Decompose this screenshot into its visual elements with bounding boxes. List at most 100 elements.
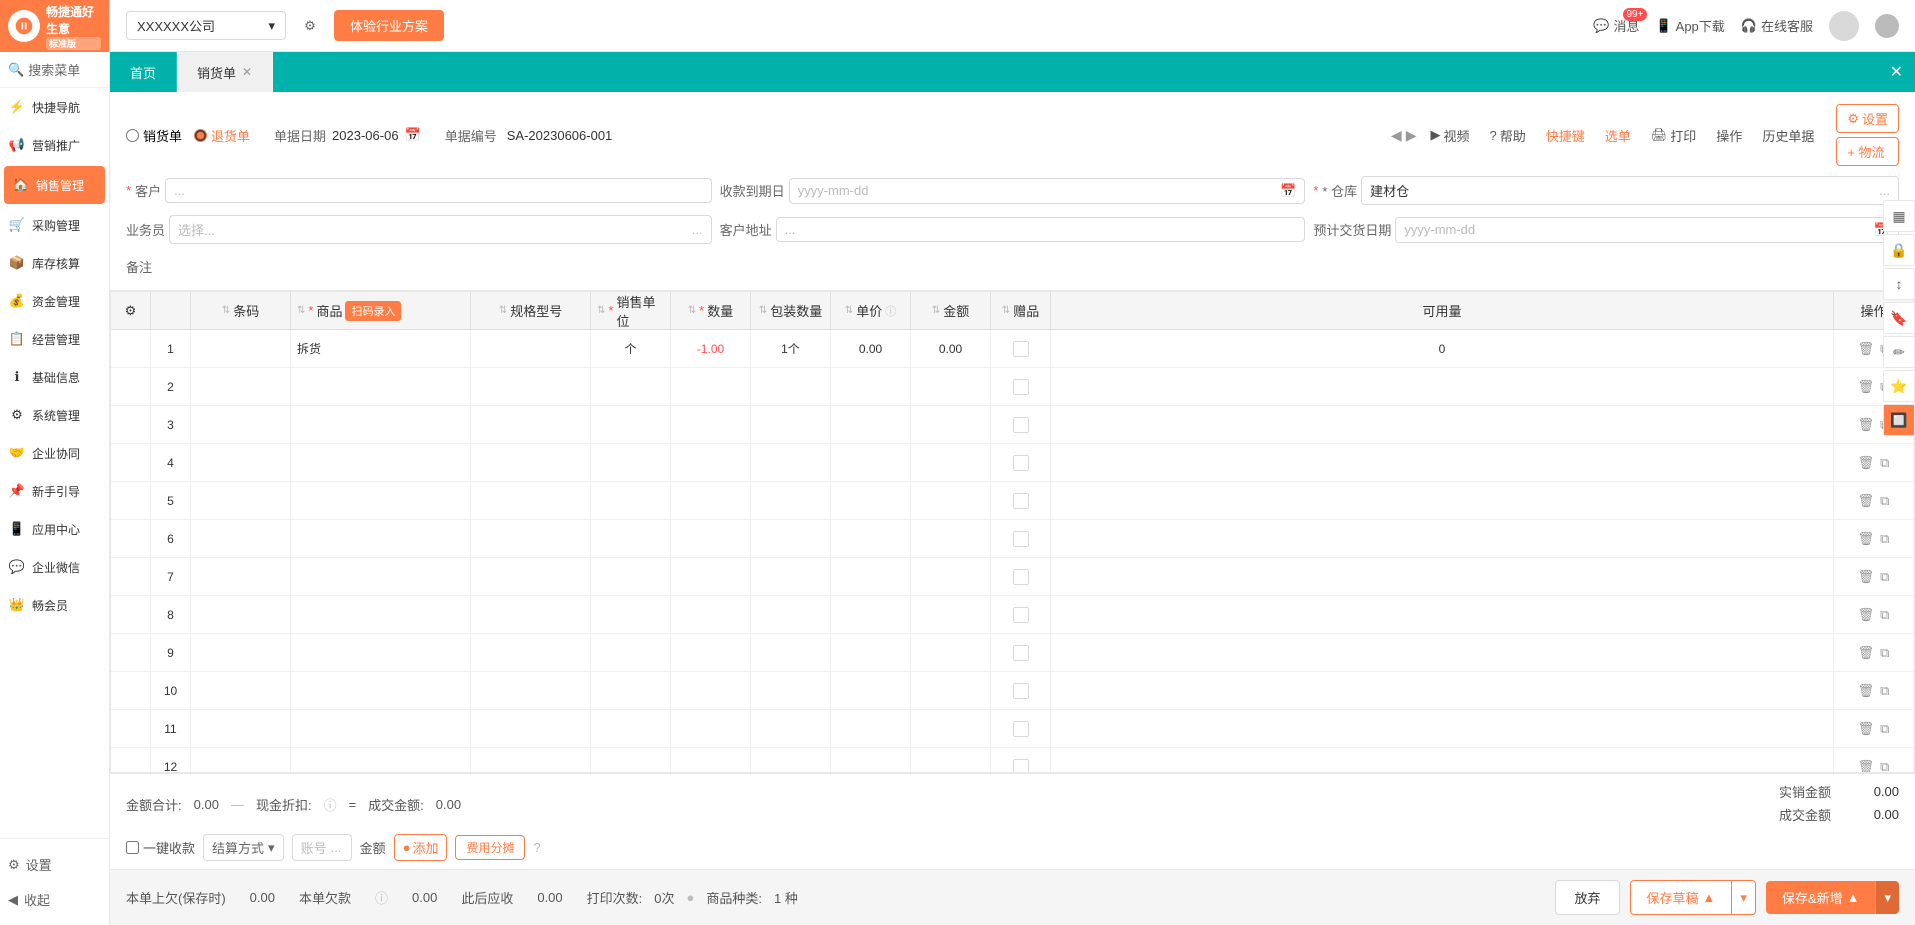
nav-next-icon[interactable]: ▶ xyxy=(1406,127,1417,144)
tab-sales-order[interactable]: 销货单 ✕ xyxy=(177,52,273,92)
avatar-2[interactable] xyxy=(1875,14,1899,38)
radio-return[interactable]: 退货单 xyxy=(194,126,250,145)
sidebar-item-app-center[interactable]: 📱 应用中心 xyxy=(0,510,109,548)
td-packqty-1[interactable]: 1个 xyxy=(751,330,831,367)
trial-btn[interactable]: 体验行业方案 xyxy=(334,10,444,41)
td-amount-1[interactable]: 0.00 xyxy=(911,330,991,367)
right-tool-bookmark[interactable]: 🔖 xyxy=(1883,302,1915,334)
delete-row-icon[interactable]: 🗑 xyxy=(1858,569,1875,585)
due-date-calendar-icon[interactable]: 📅 xyxy=(1280,183,1296,199)
radio-sale-input[interactable] xyxy=(126,129,139,142)
help-btn[interactable]: ? 帮助 xyxy=(1483,124,1531,147)
copy-row-icon[interactable]: ⧉ xyxy=(1880,531,1889,547)
sidebar-item-marketing[interactable]: 📢 营销推广 xyxy=(0,126,109,164)
sidebar-item-operations[interactable]: 📋 经营管理 xyxy=(0,320,109,358)
settings-col-icon[interactable]: ⚙ xyxy=(125,303,137,319)
copy-row-icon[interactable]: ⧉ xyxy=(1880,645,1889,661)
header-settings-btn[interactable]: ⚙ xyxy=(294,10,326,42)
tab-close-icon[interactable]: ✕ xyxy=(242,65,252,79)
nav-prev-icon[interactable]: ◀ xyxy=(1391,127,1402,144)
shortcuts-btn[interactable]: 快捷键 xyxy=(1540,124,1591,147)
save-new-arrow-btn[interactable]: ▾ xyxy=(1875,881,1899,914)
message-btn[interactable]: 💬 消息 99+ xyxy=(1593,16,1639,35)
copy-row-icon[interactable]: ⧉ xyxy=(1880,759,1889,774)
td-price-1[interactable]: 0.00 xyxy=(831,330,911,367)
calendar-icon[interactable]: 📅 xyxy=(405,127,421,143)
sidebar-item-wechat[interactable]: 💬 企业微信 xyxy=(0,548,109,586)
radio-sale[interactable]: 销货单 xyxy=(126,126,182,145)
copy-row-icon[interactable]: ⧉ xyxy=(1880,721,1889,737)
copy-row-icon[interactable]: ⧉ xyxy=(1880,493,1889,509)
logistics-btn[interactable]: + 物流 xyxy=(1836,137,1899,166)
right-tool-lock[interactable]: 🔒 xyxy=(1883,234,1915,266)
due-date-input[interactable]: yyyy-mm-dd 📅 xyxy=(789,178,1306,204)
expense-split-btn[interactable]: 费用分摊 xyxy=(455,835,525,860)
sidebar-item-finance[interactable]: 💰 资金管理 xyxy=(0,282,109,320)
payment-help-icon[interactable]: ? xyxy=(533,840,540,855)
remark-input[interactable] xyxy=(156,254,1899,278)
delete-row-icon[interactable]: 🗑 xyxy=(1858,645,1875,661)
expected-date-input[interactable]: yyyy-mm-dd 📅 xyxy=(1395,217,1899,243)
sidebar-item-system[interactable]: ⚙ 系统管理 xyxy=(0,396,109,434)
delete-row-icon[interactable]: 🗑 xyxy=(1858,341,1875,357)
copy-row-icon[interactable]: ⧉ xyxy=(1880,607,1889,623)
td-unit-1[interactable]: 个 xyxy=(591,330,671,367)
delete-row-icon[interactable]: 🗑 xyxy=(1858,379,1875,395)
right-tool-active[interactable]: 🔲 xyxy=(1883,404,1915,436)
staff-input[interactable]: 选择... ... xyxy=(169,215,712,244)
radio-return-input[interactable] xyxy=(194,129,207,142)
scan-barcode-btn[interactable]: 扫码录入 xyxy=(345,301,401,321)
account-select[interactable]: 账号 ... xyxy=(292,834,352,861)
sidebar-item-sales[interactable]: 🏠 销售管理 xyxy=(4,166,105,204)
sidebar-collapse-btn[interactable]: ◀ 收起 xyxy=(0,882,109,917)
delete-row-icon[interactable]: 🗑 xyxy=(1858,417,1875,433)
copy-row-icon[interactable]: ⧉ xyxy=(1880,569,1889,585)
product-type-icon[interactable]: ● xyxy=(687,890,695,905)
delete-row-icon[interactable]: 🗑 xyxy=(1858,607,1875,623)
company-selector[interactable]: XXXXXX公司 ▾ xyxy=(126,11,286,40)
app-download-btn[interactable]: 📱 App下载 xyxy=(1655,16,1724,35)
sidebar-item-quick-nav[interactable]: ⚡ 快捷导航 xyxy=(0,88,109,126)
right-tool-grid[interactable]: ▦ xyxy=(1883,200,1915,232)
sidebar-item-purchase[interactable]: 🛒 采购管理 xyxy=(0,206,109,244)
save-draft-btn[interactable]: 保存草稿 ▲ xyxy=(1630,880,1733,915)
delete-row-icon[interactable]: 🗑 xyxy=(1858,455,1875,471)
delete-row-icon[interactable]: 🗑 xyxy=(1858,493,1875,509)
one-click-payment-checkbox[interactable] xyxy=(126,841,139,854)
right-tool-edit[interactable]: ✏ xyxy=(1883,336,1915,368)
online-support-btn[interactable]: 🎧 在线客服 xyxy=(1741,16,1813,35)
form-settings-btn[interactable]: ⚙ 设置 xyxy=(1836,104,1899,133)
save-new-btn[interactable]: 保存&新增 ▲ xyxy=(1766,881,1876,914)
one-click-payment[interactable]: 一键收款 xyxy=(126,838,195,857)
print-btn[interactable]: 🖨 打印 xyxy=(1645,124,1703,147)
warehouse-input[interactable]: 建材仓 ... xyxy=(1361,176,1899,205)
sidebar-item-cooperation[interactable]: 🤝 企业协同 xyxy=(0,434,109,472)
sidebar-item-inventory[interactable]: 📦 库存核算 xyxy=(0,244,109,282)
sidebar-item-guide[interactable]: 📌 新手引导 xyxy=(0,472,109,510)
delete-row-icon[interactable]: 🗑 xyxy=(1858,759,1875,774)
delete-row-icon[interactable]: 🗑 xyxy=(1858,683,1875,699)
operations-btn[interactable]: 操作 xyxy=(1710,124,1748,147)
history-btn[interactable]: 历史单据 xyxy=(1756,124,1820,147)
sidebar-item-membership[interactable]: 👑 畅会员 xyxy=(0,586,109,624)
search-menu[interactable]: 🔍 搜索菜单 xyxy=(0,52,109,88)
close-all-tabs-btn[interactable]: ✕ xyxy=(1890,62,1903,82)
balance-total-icon[interactable]: ⓘ xyxy=(375,888,388,907)
copy-row-icon[interactable]: ⧉ xyxy=(1880,683,1889,699)
address-input[interactable]: ... xyxy=(776,217,1306,242)
td-product-1[interactable]: 拆货 xyxy=(291,330,471,367)
td-spec-1[interactable] xyxy=(471,330,591,367)
save-draft-arrow-btn[interactable]: ▾ xyxy=(1732,880,1756,915)
copy-row-icon[interactable]: ⧉ xyxy=(1880,455,1889,471)
select-btn[interactable]: 选单 xyxy=(1599,124,1637,147)
discard-btn[interactable]: 放弃 xyxy=(1555,880,1619,915)
delete-row-icon[interactable]: 🗑 xyxy=(1858,721,1875,737)
add-payment-btn[interactable]: ● 添加 xyxy=(394,834,448,861)
right-tool-star[interactable]: ⭐ xyxy=(1883,370,1915,402)
sidebar-item-basic[interactable]: ℹ 基础信息 xyxy=(0,358,109,396)
td-qty-1[interactable]: -1.00 xyxy=(671,330,751,367)
right-tool-sort[interactable]: ↕ xyxy=(1883,268,1915,300)
td-gift-1[interactable] xyxy=(991,330,1051,367)
td-barcode-1[interactable] xyxy=(191,330,291,367)
payment-method-select[interactable]: 结算方式 ▾ xyxy=(203,834,284,861)
